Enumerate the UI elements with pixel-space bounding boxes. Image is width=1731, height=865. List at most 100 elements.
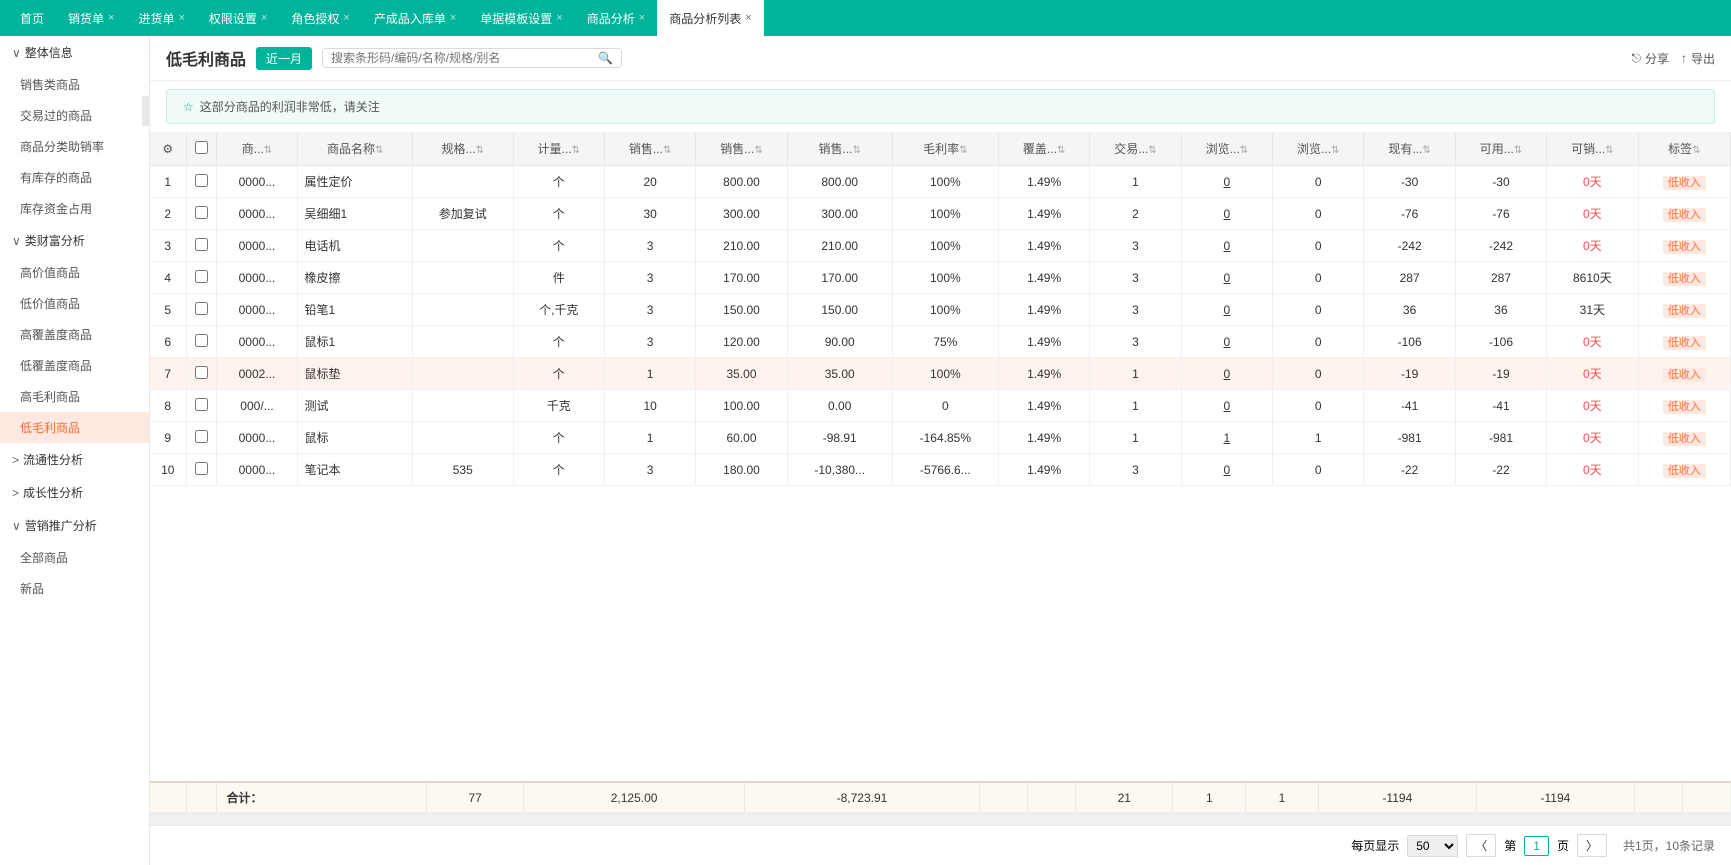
close-icon[interactable]: × bbox=[450, 12, 456, 24]
row-checkbox[interactable] bbox=[195, 270, 208, 283]
sidebar-collapse-btn[interactable]: 《 bbox=[142, 96, 150, 126]
row-browse1: 0 bbox=[1181, 262, 1272, 294]
sidebar-group-growth[interactable]: > 成长性分析 bbox=[0, 476, 149, 509]
filter-recent-month-button[interactable]: 近一月 bbox=[256, 47, 312, 70]
sidebar-item-low-margin[interactable]: 低毛利商品 bbox=[0, 412, 149, 443]
col-sales-qty[interactable]: 销售...⇅ bbox=[604, 132, 695, 166]
sidebar-item-stocked-goods[interactable]: 有库存的商品 bbox=[0, 162, 149, 193]
sidebar-item-all-goods[interactable]: 全部商品 bbox=[0, 542, 149, 573]
nav-item-role[interactable]: 角色授权 × bbox=[279, 0, 361, 36]
col-browse2[interactable]: 浏览...⇅ bbox=[1273, 132, 1364, 166]
row-sales-qty: 30 bbox=[604, 198, 695, 230]
col-current-stock[interactable]: 现有...⇅ bbox=[1364, 132, 1455, 166]
row-checkbox[interactable] bbox=[195, 302, 208, 315]
row-checkbox[interactable] bbox=[195, 206, 208, 219]
col-gross-margin[interactable]: 毛利率⇅ bbox=[892, 132, 998, 166]
row-sales-price: 180.00 bbox=[696, 454, 787, 486]
col-saleable[interactable]: 可销...⇅ bbox=[1547, 132, 1638, 166]
sidebar-item-high-margin[interactable]: 高毛利商品 bbox=[0, 381, 149, 412]
sidebar-item-high-coverage[interactable]: 高覆盖度商品 bbox=[0, 319, 149, 350]
sidebar-group-wealth[interactable]: ∨ 类财富分析 bbox=[0, 224, 149, 257]
row-tag: 低收入 bbox=[1638, 166, 1730, 198]
col-checkbox[interactable] bbox=[186, 132, 216, 166]
nav-item-goods-analysis-list[interactable]: 商品分析列表 × bbox=[657, 0, 763, 36]
row-saleable: 31天 bbox=[1547, 294, 1638, 326]
page-size-select[interactable]: 50 20 100 bbox=[1407, 835, 1458, 857]
row-name: 吴细细1 bbox=[298, 198, 412, 230]
sidebar-item-high-value[interactable]: 高价值商品 bbox=[0, 257, 149, 288]
row-checkbox-cell[interactable] bbox=[186, 262, 216, 294]
export-button[interactable]: ↑ 导出 bbox=[1681, 50, 1715, 67]
close-icon[interactable]: × bbox=[745, 12, 751, 24]
col-code[interactable]: 商...⇅ bbox=[216, 132, 298, 166]
row-checkbox-cell[interactable] bbox=[186, 358, 216, 390]
col-unit[interactable]: 计量...⇅ bbox=[513, 132, 604, 166]
footer-saleable bbox=[1634, 783, 1682, 813]
sidebar-item-traded-goods[interactable]: 交易过的商品 bbox=[0, 100, 149, 131]
sidebar-group-circulation[interactable]: > 流通性分析 bbox=[0, 443, 149, 476]
sidebar-item-low-value[interactable]: 低价值商品 bbox=[0, 288, 149, 319]
search-icon[interactable]: 🔍 bbox=[598, 51, 613, 65]
col-transaction[interactable]: 交易...⇅ bbox=[1090, 132, 1181, 166]
sidebar-group-marketing[interactable]: ∨ 营销推广分析 bbox=[0, 509, 149, 542]
layout: 《 ∨ 整体信息 销售类商品 交易过的商品 商品分类助销率 有库存的商品 库存资… bbox=[0, 36, 1731, 865]
row-checkbox-cell[interactable] bbox=[186, 422, 216, 454]
row-saleable: 8610天 bbox=[1547, 262, 1638, 294]
row-checkbox[interactable] bbox=[195, 398, 208, 411]
sidebar-item-inventory-capital[interactable]: 库存资金占用 bbox=[0, 193, 149, 224]
close-icon[interactable]: × bbox=[261, 12, 267, 24]
col-settings[interactable]: ⚙ bbox=[150, 132, 186, 166]
next-page-button[interactable]: 〉 bbox=[1577, 834, 1607, 857]
share-button[interactable]: ⎋ 分享 bbox=[1631, 50, 1669, 67]
row-checkbox[interactable] bbox=[195, 366, 208, 379]
sidebar-item-new-goods[interactable]: 新品 bbox=[0, 573, 149, 604]
col-coverage[interactable]: 覆盖...⇅ bbox=[998, 132, 1089, 166]
row-browse1: 0 bbox=[1181, 358, 1272, 390]
select-all-checkbox[interactable] bbox=[195, 141, 208, 154]
col-name[interactable]: 商品名称⇅ bbox=[298, 132, 412, 166]
row-available: -76 bbox=[1455, 198, 1546, 230]
horizontal-scrollbar[interactable] bbox=[150, 813, 1731, 825]
close-icon[interactable]: × bbox=[343, 12, 349, 24]
search-input[interactable] bbox=[331, 51, 598, 65]
nav-item-purchase[interactable]: 进货单 × bbox=[126, 0, 196, 36]
row-checkbox-cell[interactable] bbox=[186, 454, 216, 486]
row-sales-amount: -98.91 bbox=[787, 422, 892, 454]
row-checkbox-cell[interactable] bbox=[186, 326, 216, 358]
close-icon[interactable]: × bbox=[639, 12, 645, 24]
close-icon[interactable]: × bbox=[108, 12, 114, 24]
row-sales-price: 150.00 bbox=[696, 294, 787, 326]
col-browse1[interactable]: 浏览...⇅ bbox=[1181, 132, 1272, 166]
sidebar-item-category-rate[interactable]: 商品分类助销率 bbox=[0, 131, 149, 162]
table-row: 5 0000... 铅笔1 个,千克 3 150.00 150.00 100% … bbox=[150, 294, 1731, 326]
row-sales-price: 35.00 bbox=[696, 358, 787, 390]
close-icon[interactable]: × bbox=[178, 12, 184, 24]
col-available[interactable]: 可用...⇅ bbox=[1455, 132, 1546, 166]
row-checkbox[interactable] bbox=[195, 334, 208, 347]
nav-item-goods-analysis[interactable]: 商品分析 × bbox=[575, 0, 657, 36]
row-checkbox[interactable] bbox=[195, 238, 208, 251]
close-icon[interactable]: × bbox=[556, 12, 562, 24]
row-checkbox[interactable] bbox=[195, 174, 208, 187]
col-tag[interactable]: 标签⇅ bbox=[1638, 132, 1730, 166]
row-checkbox-cell[interactable] bbox=[186, 166, 216, 198]
sidebar-group-overall[interactable]: ∨ 整体信息 bbox=[0, 36, 149, 69]
row-checkbox-cell[interactable] bbox=[186, 230, 216, 262]
row-checkbox-cell[interactable] bbox=[186, 198, 216, 230]
sidebar-item-sales-goods[interactable]: 销售类商品 bbox=[0, 69, 149, 100]
sidebar-item-low-coverage[interactable]: 低覆盖度商品 bbox=[0, 350, 149, 381]
row-checkbox[interactable] bbox=[195, 430, 208, 443]
prev-page-button[interactable]: 〈 bbox=[1466, 834, 1496, 857]
col-spec[interactable]: 规格...⇅ bbox=[412, 132, 513, 166]
nav-item-sales[interactable]: 销货单 × bbox=[56, 0, 126, 36]
row-checkbox[interactable] bbox=[195, 462, 208, 475]
nav-item-permission[interactable]: 权限设置 × bbox=[197, 0, 279, 36]
nav-item-home[interactable]: 首页 bbox=[8, 0, 56, 36]
footer-total-area: 合计： 77 2,125.00 -8,723.91 21 1 1 -1194 -… bbox=[150, 781, 1731, 813]
row-checkbox-cell[interactable] bbox=[186, 390, 216, 422]
col-sales-amount[interactable]: 销售...⇅ bbox=[787, 132, 892, 166]
col-sales-price[interactable]: 销售...⇅ bbox=[696, 132, 787, 166]
row-checkbox-cell[interactable] bbox=[186, 294, 216, 326]
nav-item-template[interactable]: 单据模板设置 × bbox=[468, 0, 574, 36]
nav-item-product-inbound[interactable]: 产成品入库单 × bbox=[362, 0, 468, 36]
